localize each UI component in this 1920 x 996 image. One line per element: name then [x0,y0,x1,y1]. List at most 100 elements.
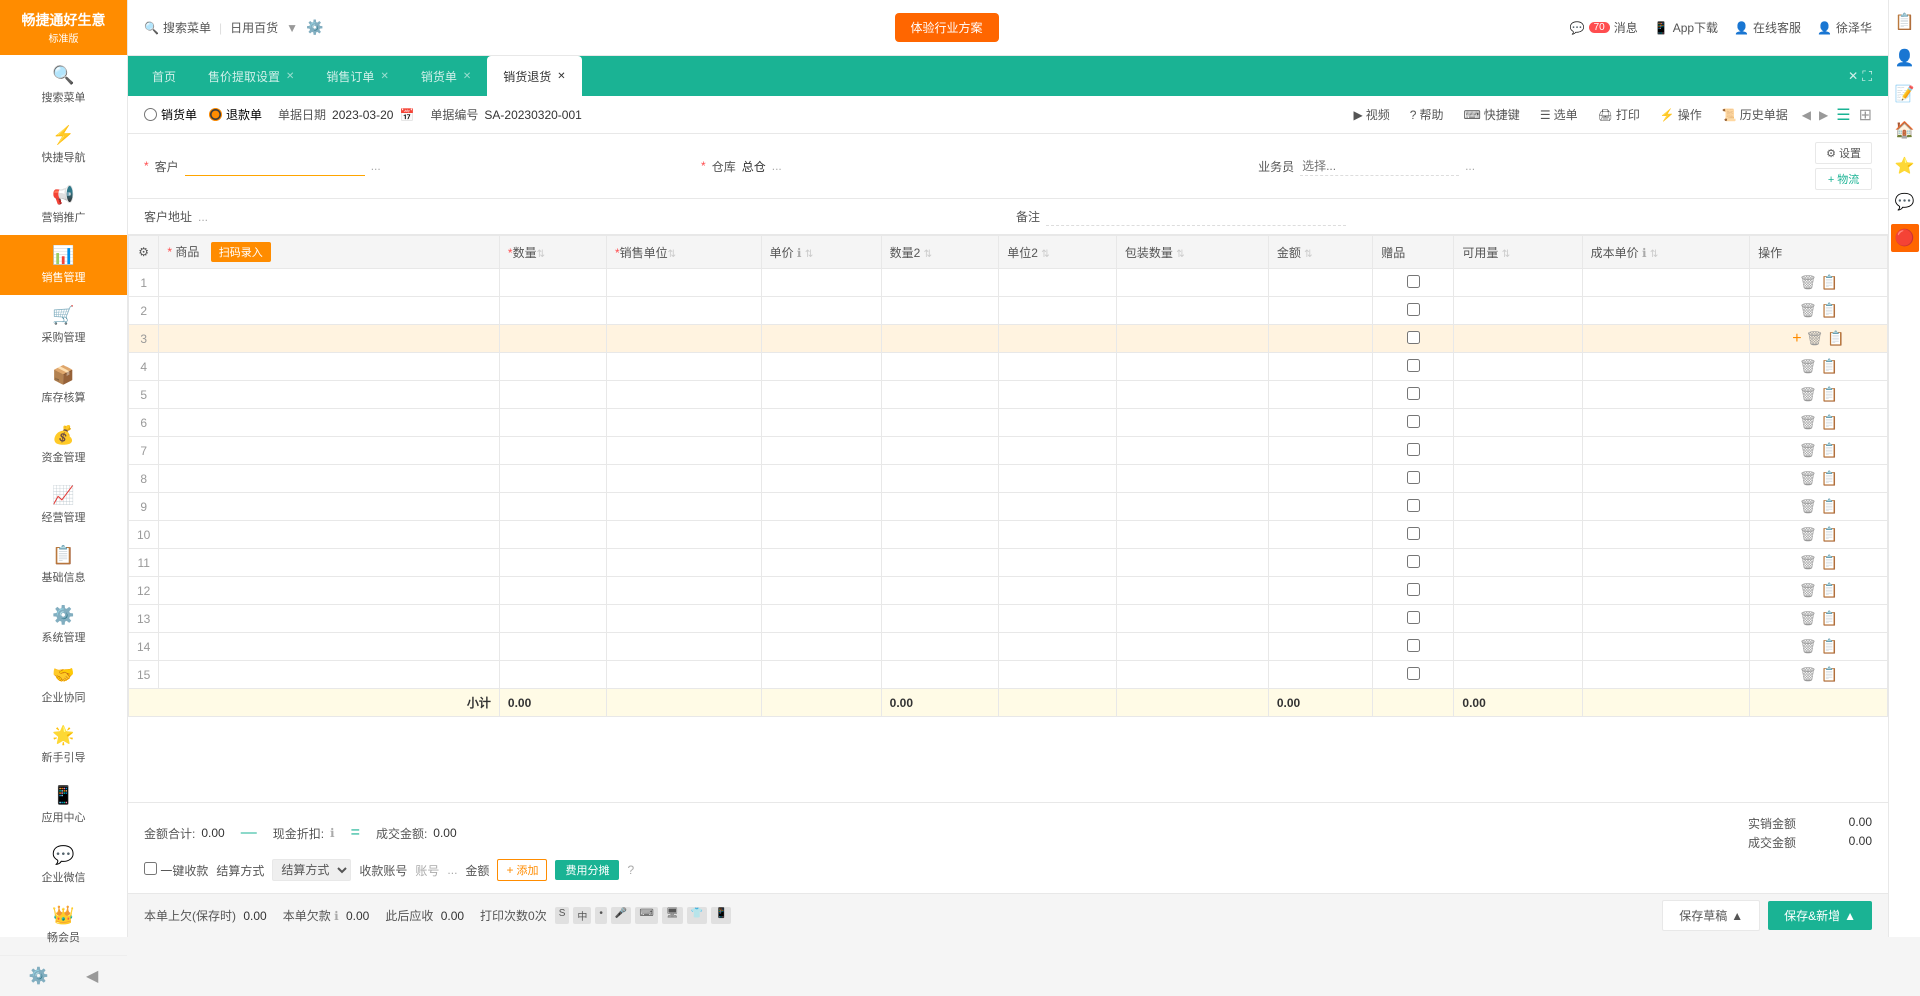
copy-icon-15[interactable]: 📋 [1821,666,1838,683]
unit-cell-5[interactable] [606,381,761,409]
product-cell-7[interactable] [159,437,500,465]
amount-cell-14[interactable] [1268,633,1372,661]
cost-cell-2[interactable] [1582,297,1750,325]
gift-cell-14[interactable] [1373,633,1454,661]
amount-cell-15[interactable] [1268,661,1372,689]
amount-cell-2[interactable] [1268,297,1372,325]
gift-cell-7[interactable] [1373,437,1454,465]
unit2-cell-11[interactable] [999,549,1117,577]
pack-cell-9[interactable] [1116,493,1268,521]
delete-icon-11[interactable]: 🗑 [1799,554,1817,571]
amount-cell-7[interactable] [1268,437,1372,465]
gift-checkbox-3[interactable] [1407,331,1420,344]
unit2-cell-4[interactable] [999,353,1117,381]
tab-order-close[interactable]: ✕ [380,71,388,82]
gift-cell-4[interactable] [1373,353,1454,381]
amount-cell-3[interactable] [1268,325,1372,353]
topbar-search[interactable]: 🔍 搜索菜单 [144,19,211,36]
tab-close-all[interactable]: ✕ ⛶ [1840,68,1880,85]
cost-cell-13[interactable] [1582,605,1750,633]
gift-checkbox-6[interactable] [1407,415,1420,428]
unit-cell-2[interactable] [606,297,761,325]
amount-cell-6[interactable] [1268,409,1372,437]
delete-icon-1[interactable]: 🗑 [1799,274,1817,291]
add-row-icon[interactable]: + [1792,330,1801,348]
prev-icon[interactable]: ◀ [1802,108,1811,122]
tab-sale[interactable]: 销货单 ✕ [405,56,487,96]
unit2-cell-12[interactable] [999,577,1117,605]
pack-cell-8[interactable] [1116,465,1268,493]
gift-cell-1[interactable] [1373,269,1454,297]
product-cell-10[interactable] [159,521,500,549]
cost-cell-4[interactable] [1582,353,1750,381]
app-download-item[interactable]: 📱 App下载 [1654,19,1718,36]
price-cell-8[interactable] [761,465,881,493]
copy-icon-4[interactable]: 📋 [1821,358,1838,375]
copy-icon-6[interactable]: 📋 [1821,414,1838,431]
gift-checkbox-12[interactable] [1407,583,1420,596]
unit-cell-4[interactable] [606,353,761,381]
cost-cell-11[interactable] [1582,549,1750,577]
cost-cell-10[interactable] [1582,521,1750,549]
tab-home[interactable]: 首页 [136,56,192,96]
right-panel-icon-3[interactable]: 📝 [1891,80,1919,108]
amount-cell-12[interactable] [1268,577,1372,605]
product-cell-11[interactable] [159,549,500,577]
cost-cell-6[interactable] [1582,409,1750,437]
save-new-btn[interactable]: 保存&新增 ▲ [1768,901,1872,930]
qty-cell-1[interactable] [499,269,606,297]
cost-cell-15[interactable] [1582,661,1750,689]
available-cell-13[interactable] [1454,605,1582,633]
qty2-cell-15[interactable] [881,661,999,689]
unit-cell-12[interactable] [606,577,761,605]
gift-checkbox-11[interactable] [1407,555,1420,568]
price-cell-15[interactable] [761,661,881,689]
sidebar-item-inventory[interactable]: 📦 库存核算 [0,355,127,415]
pack-cell-2[interactable] [1116,297,1268,325]
qty2-cell-10[interactable] [881,521,999,549]
unit2-cell-5[interactable] [999,381,1117,409]
select-btn[interactable]: ☰ 选单 [1534,104,1584,125]
product-cell-13[interactable] [159,605,500,633]
tab-price-close[interactable]: ✕ [286,71,294,82]
th-settings[interactable]: ⚙ [129,236,159,269]
gift-cell-12[interactable] [1373,577,1454,605]
unit-cell-7[interactable] [606,437,761,465]
copy-icon-13[interactable]: 📋 [1821,610,1838,627]
sidebar-item-basic[interactable]: 📋 基础信息 [0,535,127,595]
available-cell-8[interactable] [1454,465,1582,493]
grid-view-icon[interactable]: ⊞ [1859,105,1872,125]
history-btn[interactable]: 📜 历史单据 [1716,104,1794,125]
help-btn[interactable]: ? 帮助 [1404,104,1450,125]
sidebar-item-purchase[interactable]: 🛒 采购管理 [0,295,127,355]
product-cell-12[interactable] [159,577,500,605]
cost-cell-9[interactable] [1582,493,1750,521]
copy-icon-2[interactable]: 📋 [1821,302,1838,319]
one-click-checkbox[interactable]: 一键收款 [144,862,208,879]
price-cell-6[interactable] [761,409,881,437]
right-panel-icon-4[interactable]: 🏠 [1891,116,1919,144]
tab-return-close[interactable]: ✕ [557,71,565,82]
available-cell-14[interactable] [1454,633,1582,661]
price-cell-10[interactable] [761,521,881,549]
qty-cell-4[interactable] [499,353,606,381]
sidebar-item-shortcut[interactable]: ⚡ 快捷导航 [0,115,127,175]
gift-checkbox-2[interactable] [1407,303,1420,316]
price-cell-14[interactable] [761,633,881,661]
gift-checkbox-4[interactable] [1407,359,1420,372]
available-cell-2[interactable] [1454,297,1582,325]
product-cell-6[interactable] [159,409,500,437]
right-panel-icon-6[interactable]: 💬 [1891,188,1919,216]
pack-cell-13[interactable] [1116,605,1268,633]
delete-icon-14[interactable]: 🗑 [1799,638,1817,655]
pack-cell-10[interactable] [1116,521,1268,549]
unit2-cell-9[interactable] [999,493,1117,521]
gift-cell-6[interactable] [1373,409,1454,437]
radio-sale[interactable]: 销货单 [144,106,197,123]
add-btn[interactable]: + 添加 [497,859,547,881]
scan-btn[interactable]: 扫码录入 [211,242,271,262]
available-cell-5[interactable] [1454,381,1582,409]
copy-icon-10[interactable]: 📋 [1821,526,1838,543]
delete-icon-5[interactable]: 🗑 [1799,386,1817,403]
pack-cell-7[interactable] [1116,437,1268,465]
